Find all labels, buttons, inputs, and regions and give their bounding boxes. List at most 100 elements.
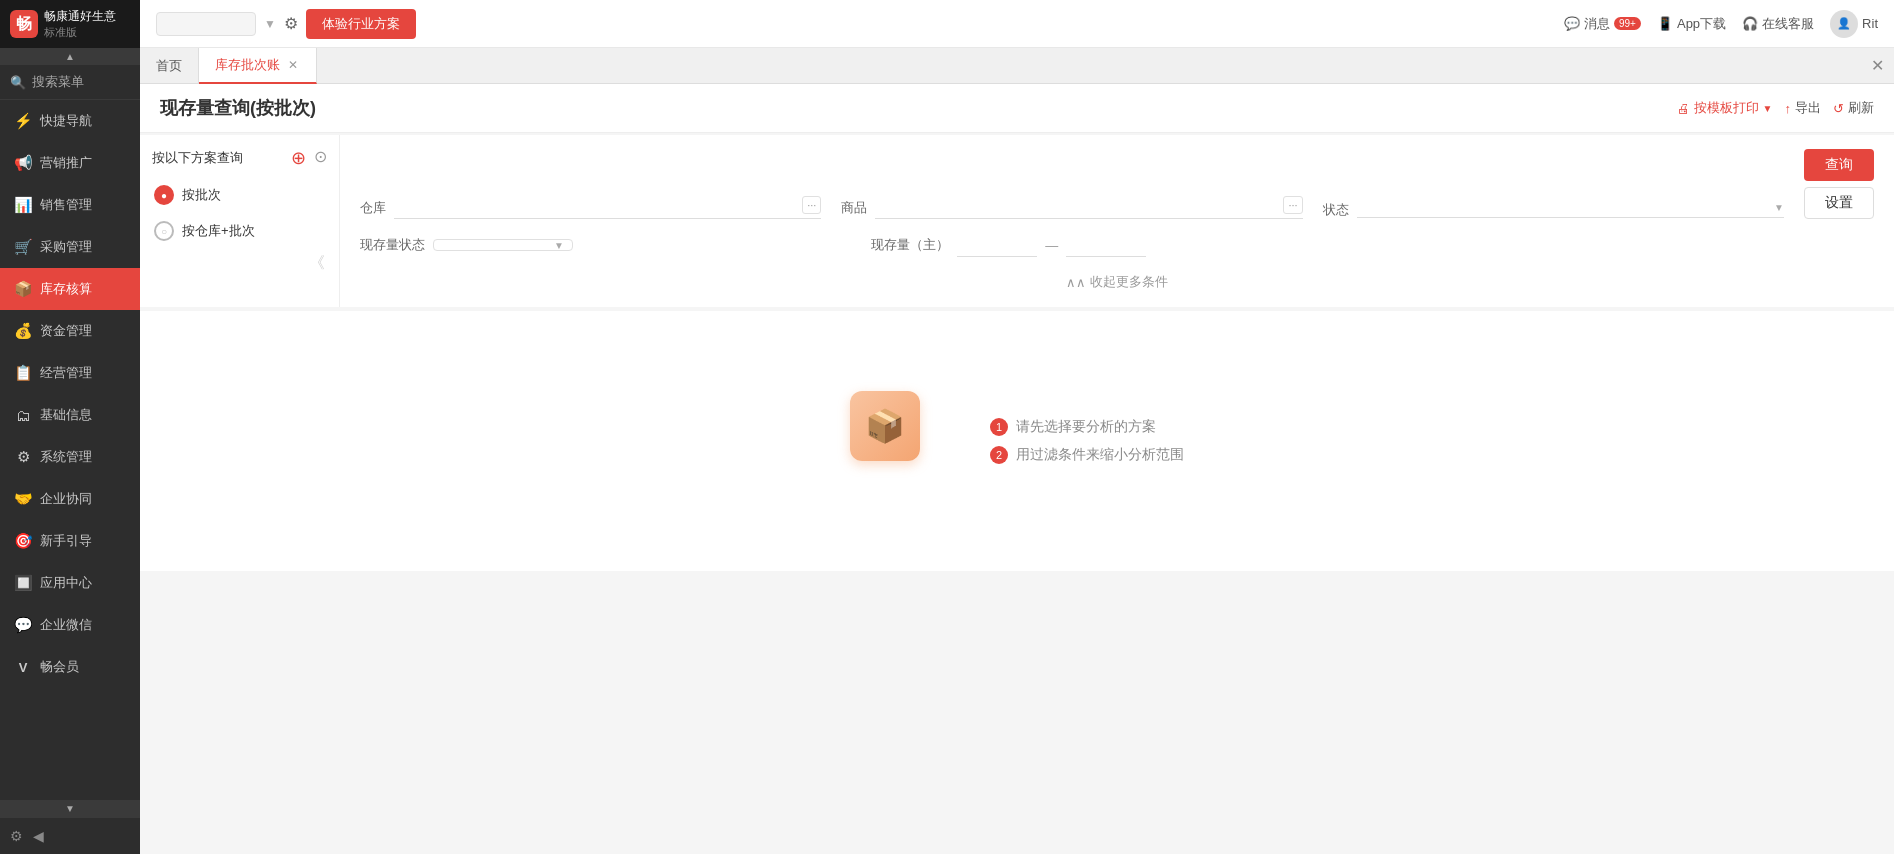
system-icon: ⚙ (14, 448, 32, 466)
topbar-settings-icon[interactable]: ⚙ (284, 14, 298, 33)
filter-main: 仓库 ··· 商品 ··· (340, 135, 1894, 307)
empty-icon-box: 📦 (850, 391, 920, 461)
online-service-button[interactable]: 🎧 在线客服 (1742, 15, 1814, 33)
sidebar-item-finance[interactable]: 💰 资金管理 (0, 310, 140, 352)
tip-text-2: 用过滤条件来缩小分析范围 (1016, 446, 1184, 464)
finance-icon: 💰 (14, 322, 32, 340)
sidebar-item-label: 基础信息 (40, 406, 92, 424)
sidebar-item-newbie[interactable]: 🎯 新手引导 (0, 520, 140, 562)
phone-icon: 📱 (1657, 16, 1673, 31)
empty-tip-2: 2 用过滤条件来缩小分析范围 (990, 446, 1184, 464)
tab-home-label: 首页 (156, 57, 182, 75)
filter-collapse-arrow[interactable]: 《 (140, 249, 339, 278)
scheme-batch-item[interactable]: ● 按批次 (140, 177, 339, 213)
empty-state-content: 📦 1 请先选择要分析的方案 2 用过滤条件来缩小分析范围 (850, 391, 1184, 491)
enterprise-icon: 🤝 (14, 490, 32, 508)
user-avatar: 👤 (1830, 10, 1858, 38)
messages-label: 消息 (1584, 15, 1610, 33)
sidebar-search-label: 搜索菜单 (32, 73, 84, 91)
filter-fields-area: 仓库 ··· 商品 ··· (340, 135, 1894, 307)
product-label: 商品 (841, 199, 867, 217)
topbar: ▼ ⚙ 体验行业方案 💬 消息 99+ 📱 App下载 🎧 在线客服 👤 (140, 0, 1894, 48)
sidebar-item-enterprise[interactable]: 🤝 企业协同 (0, 478, 140, 520)
sidebar-search-item[interactable]: 🔍 搜索菜单 (0, 65, 140, 100)
refresh-icon: ↺ (1833, 101, 1844, 116)
app-name: 畅康通好生意 (44, 8, 116, 25)
main-area: ▼ ⚙ 体验行业方案 💬 消息 99+ 📱 App下载 🎧 在线客服 👤 (140, 0, 1894, 854)
tab-home[interactable]: 首页 (140, 48, 199, 84)
status-label: 状态 (1323, 201, 1349, 219)
collapse-more-button[interactable]: ∧∧ 收起更多条件 (360, 267, 1874, 297)
warehouse-label: 仓库 (360, 199, 386, 217)
sidebar-item-member[interactable]: V 畅会员 (0, 646, 140, 688)
stock-qty-max-input[interactable] (1066, 233, 1146, 257)
sidebar-item-label: 经营管理 (40, 364, 92, 382)
sidebar-item-system[interactable]: ⚙ 系统管理 (0, 436, 140, 478)
sales-icon: 📊 (14, 196, 32, 214)
export-icon: ↑ (1785, 101, 1792, 116)
scheme-batch-label: 按批次 (182, 186, 221, 204)
query-button[interactable]: 查询 (1804, 149, 1874, 181)
messages-button[interactable]: 💬 消息 99+ (1564, 15, 1641, 33)
filter-sidebar-actions: ⊕ ⊙ (291, 147, 327, 169)
sidebar-item-marketing[interactable]: 📢 营销推广 (0, 142, 140, 184)
close-all-tabs-button[interactable]: ✕ (1871, 56, 1884, 75)
sidebar-scroll-down[interactable]: ▼ (0, 800, 140, 817)
tab-inventory-batch[interactable]: 库存批次账 ✕ (199, 48, 317, 84)
export-button[interactable]: ↑ 导出 (1785, 99, 1822, 117)
app-info: 畅康通好生意 标准版 (44, 8, 116, 40)
sidebar-item-operation[interactable]: 📋 经营管理 (0, 352, 140, 394)
apps-icon: 🔲 (14, 574, 32, 592)
add-scheme-icon[interactable]: ⊕ (291, 147, 306, 169)
empty-icon: 📦 (850, 391, 950, 491)
filter-row-2: 现存量状态 ▼ 现存量（主） — (360, 233, 1874, 257)
status-select-wrapper[interactable]: ▼ (1357, 202, 1784, 218)
warehouse-more-button[interactable]: ··· (802, 196, 821, 214)
sidebar-item-inventory[interactable]: 📦 库存核算 (0, 268, 140, 310)
stock-qty-min-input[interactable] (957, 233, 1037, 257)
scheme-batch-icon: ● (154, 185, 174, 205)
tip-number-2: 2 (990, 446, 1008, 464)
sidebar-item-apps[interactable]: 🔲 应用中心 (0, 562, 140, 604)
empty-tips: 1 请先选择要分析的方案 2 用过滤条件来缩小分析范围 (990, 418, 1184, 464)
scheme-warehouse-batch-item[interactable]: ○ 按仓库+批次 (140, 213, 339, 249)
chevron-up-icon: ∧∧ (1066, 275, 1086, 290)
sidebar-item-quick-nav[interactable]: ⚡ 快捷导航 (0, 100, 140, 142)
sidebar-settings-button[interactable]: ⚙ (10, 828, 23, 844)
sidebar-item-wechat[interactable]: 💬 企业微信 (0, 604, 140, 646)
sidebar-item-label: 应用中心 (40, 574, 92, 592)
product-field: 商品 ··· (841, 196, 1302, 219)
stock-status-chevron-icon: ▼ (554, 240, 564, 251)
experience-btn[interactable]: 体验行业方案 (306, 9, 416, 39)
topbar-dropdown-icon[interactable]: ▼ (264, 17, 276, 31)
sidebar-item-label: 系统管理 (40, 448, 92, 466)
user-profile-button[interactable]: 👤 Rit (1830, 10, 1878, 38)
sidebar-item-label: 采购管理 (40, 238, 92, 256)
basic-icon: 🗂 (14, 406, 32, 424)
app-download-button[interactable]: 📱 App下载 (1657, 15, 1726, 33)
settings-button[interactable]: 设置 (1804, 187, 1874, 219)
sidebar-collapse-button[interactable]: ◀ (33, 828, 44, 844)
sidebar-item-basic[interactable]: 🗂 基础信息 (0, 394, 140, 436)
headset-icon: 🎧 (1742, 16, 1758, 31)
print-icon: 🖨 (1677, 101, 1690, 116)
topbar-search-input[interactable] (156, 12, 256, 36)
template-print-button[interactable]: 🖨 按模板打印 ▼ (1677, 99, 1773, 117)
stock-status-select[interactable]: ▼ (433, 239, 573, 251)
purchase-icon: 🛒 (14, 238, 32, 256)
sidebar-item-label: 销售管理 (40, 196, 92, 214)
topbar-right: 💬 消息 99+ 📱 App下载 🎧 在线客服 👤 Rit (1564, 10, 1878, 38)
sidebar-item-label: 快捷导航 (40, 112, 92, 130)
chevron-down-icon: ▼ (1763, 103, 1773, 114)
product-more-button[interactable]: ··· (1283, 196, 1302, 214)
sidebar-item-purchase[interactable]: 🛒 采购管理 (0, 226, 140, 268)
sidebar-scroll-up[interactable]: ▲ (0, 48, 140, 65)
search-icon: 🔍 (10, 75, 26, 90)
sidebar-item-sales[interactable]: 📊 销售管理 (0, 184, 140, 226)
wechat-icon: 💬 (14, 616, 32, 634)
empty-state: 📦 1 请先选择要分析的方案 2 用过滤条件来缩小分析范围 (140, 311, 1894, 571)
settings-scheme-icon[interactable]: ⊙ (314, 147, 327, 169)
quick-nav-icon: ⚡ (14, 112, 32, 130)
refresh-button[interactable]: ↺ 刷新 (1833, 99, 1874, 117)
tab-close-icon[interactable]: ✕ (286, 56, 300, 74)
